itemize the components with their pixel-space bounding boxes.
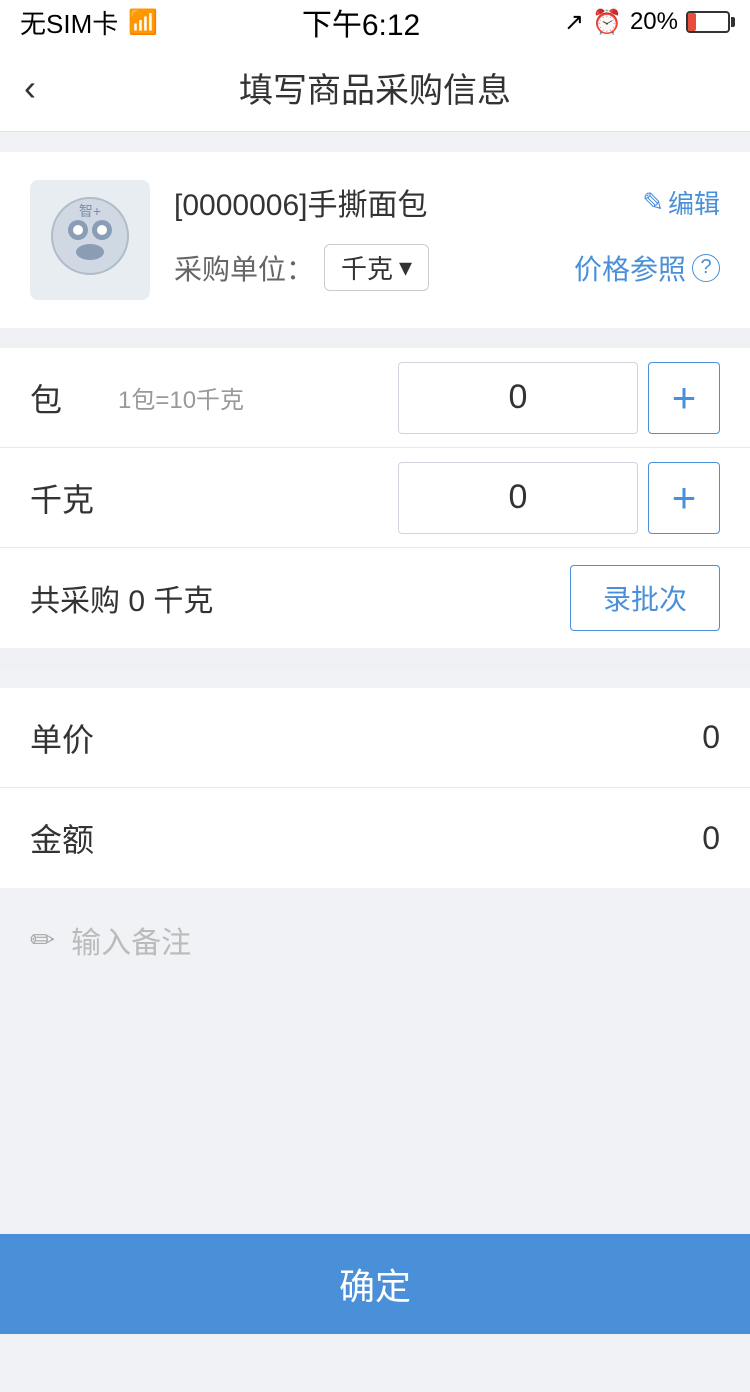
bao-sub-label: 1包=10千克: [118, 380, 398, 415]
svg-text:智+: 智+: [79, 203, 101, 219]
bao-input[interactable]: [398, 362, 638, 434]
product-info: [0000006]手撕面包 ✎ 编辑 采购单位： 千克 ▾ 价格参照 ?: [174, 180, 720, 291]
bao-input-row: 包 1包=10千克 +: [0, 348, 750, 448]
confirm-button[interactable]: 确定: [0, 1234, 750, 1334]
bao-input-wrapper: +: [398, 362, 720, 434]
bao-label: 包: [30, 375, 110, 421]
status-bar: 无SIM卡 📶 下午6:12 ↗ ⏰ 20%: [0, 0, 750, 44]
note-section[interactable]: ✏ 输入备注: [0, 888, 750, 992]
edit-label: 编辑: [668, 184, 720, 221]
unit-price-value: 0: [702, 719, 720, 756]
battery-fill: [688, 13, 696, 31]
section-divider-2: [0, 648, 750, 668]
price-ref-button[interactable]: 价格参照 ?: [574, 248, 720, 288]
pencil-icon: ✏: [30, 923, 55, 958]
unit-value: 千克: [341, 249, 393, 286]
qianke-input-wrapper: +: [398, 462, 720, 534]
product-card: 智+ [0000006]手撕面包 ✎ 编辑 采购单位： 千克 ▾: [0, 152, 750, 328]
amount-value: 0: [702, 820, 720, 857]
total-row: 共采购 0 千克 录批次: [0, 548, 750, 648]
price-ref-icon: ?: [692, 254, 720, 282]
status-bar-time: 下午6:12: [302, 0, 420, 44]
bao-plus-button[interactable]: +: [648, 362, 720, 434]
status-bar-right: ↗ ⏰ 20%: [564, 8, 730, 37]
battery-icon: [686, 11, 730, 33]
product-logo: 智+: [50, 196, 130, 285]
nav-bar: ‹ 填写商品采购信息: [0, 44, 750, 132]
product-image: 智+: [30, 180, 150, 300]
input-section: 包 1包=10千克 + 千克 +: [0, 348, 750, 548]
unit-price-label: 单价: [30, 715, 94, 761]
status-bar-left: 无SIM卡 📶: [20, 4, 158, 41]
qianke-input-row: 千克 +: [0, 448, 750, 548]
edit-icon: ✎: [642, 187, 664, 218]
amount-label: 金额: [30, 815, 94, 861]
unit-select[interactable]: 千克 ▾: [324, 244, 429, 291]
qianke-input[interactable]: [398, 462, 638, 534]
price-ref-label: 价格参照: [574, 248, 686, 288]
back-button[interactable]: ‹: [24, 67, 36, 109]
qianke-plus-button[interactable]: +: [648, 462, 720, 534]
alarm-icon: ⏰: [592, 8, 622, 37]
section-divider-1: [0, 328, 750, 348]
product-name: [0000006]手撕面包: [174, 180, 427, 224]
purchase-unit-label: 采购单位：: [174, 248, 314, 288]
purchase-unit-row: 采购单位： 千克 ▾ 价格参照 ?: [174, 244, 720, 291]
note-placeholder: 输入备注: [71, 918, 191, 962]
price-section: 单价 0 金额 0: [0, 688, 750, 888]
record-batch-button[interactable]: 录批次: [570, 565, 720, 631]
location-icon: ↗: [564, 8, 584, 37]
chevron-down-icon: ▾: [399, 252, 412, 283]
wifi-icon: 📶: [128, 8, 158, 37]
total-label: 共采购 0 千克: [30, 576, 213, 620]
qianke-label: 千克: [30, 475, 110, 521]
battery-percent: 20%: [630, 8, 678, 36]
edit-button[interactable]: ✎ 编辑: [642, 184, 720, 221]
amount-row: 金额 0: [0, 788, 750, 888]
unit-price-row: 单价 0: [0, 688, 750, 788]
page-title: 填写商品采购信息: [239, 63, 511, 112]
carrier-label: 无SIM卡: [20, 4, 118, 41]
product-name-row: [0000006]手撕面包 ✎ 编辑: [174, 180, 720, 224]
